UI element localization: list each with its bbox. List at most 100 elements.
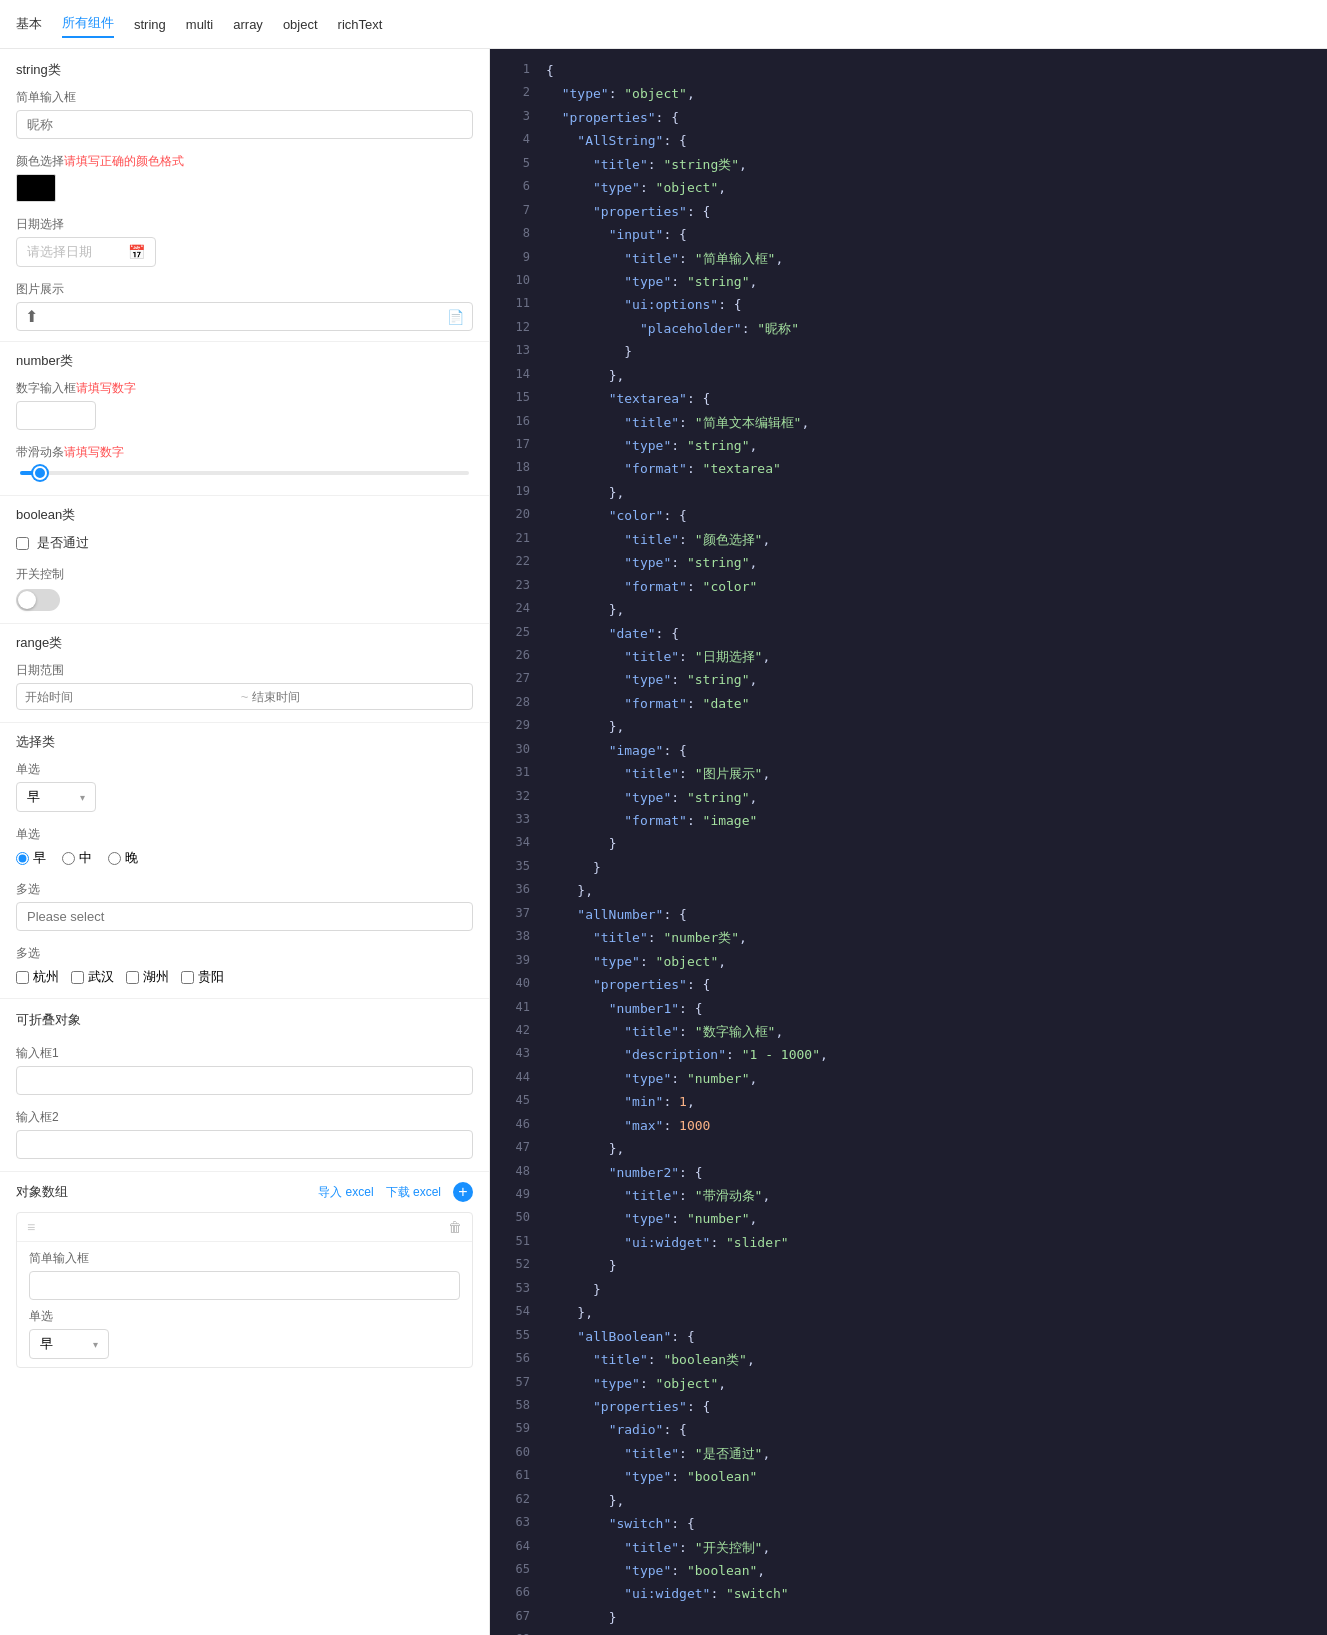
single-select-dropdown[interactable]: 早 ▾	[16, 782, 96, 812]
json-line-35: 35 }	[490, 856, 1327, 879]
left-panel: string类 简单输入框 颜色选择请填写正确的颜色格式 日期选择 请选择日期 …	[0, 49, 490, 1635]
input2-field[interactable]	[16, 1130, 473, 1159]
select-arrow-icon: ▾	[80, 792, 85, 803]
json-line-32: 32 "type": "string",	[490, 786, 1327, 809]
toggle-switch[interactable]	[16, 589, 60, 611]
json-line-18: 18 "format": "textarea"	[490, 457, 1327, 480]
json-line-57: 57 "type": "object",	[490, 1372, 1327, 1395]
date-range-start[interactable]	[25, 690, 237, 704]
json-line-48: 48 "number2": {	[490, 1161, 1327, 1184]
json-line-39: 39 "type": "object",	[490, 950, 1327, 973]
upload-icon: ⬆	[25, 307, 38, 326]
json-line-64: 64 "title": "开关控制",	[490, 1536, 1327, 1559]
number-input[interactable]	[16, 401, 96, 430]
multi-select-input[interactable]	[16, 902, 473, 931]
json-line-20: 20 "color": {	[490, 504, 1327, 527]
image-group: 图片展示 ⬆ 📄	[0, 277, 489, 341]
json-line-15: 15 "textarea": {	[490, 387, 1327, 410]
json-line-9: 9 "title": "简单输入框",	[490, 247, 1327, 270]
checkbox-wuhan[interactable]: 武汉	[71, 968, 114, 986]
toggle-knob	[18, 591, 36, 609]
json-line-31: 31 "title": "图片展示",	[490, 762, 1327, 785]
json-line-23: 23 "format": "color"	[490, 575, 1327, 598]
export-excel-btn[interactable]: 导入 excel	[318, 1184, 373, 1201]
checkbox-guiyang[interactable]: 贵阳	[181, 968, 224, 986]
date-range-input[interactable]: ~	[16, 683, 473, 710]
json-line-11: 11 "ui:options": {	[490, 293, 1327, 316]
json-line-7: 7 "properties": {	[490, 200, 1327, 223]
input1-field[interactable]	[16, 1066, 473, 1095]
date-input-wrapper[interactable]: 请选择日期 📅	[16, 237, 156, 267]
range-section-header: range类	[0, 623, 489, 658]
radio-option-morning[interactable]: 早	[16, 849, 46, 867]
simple-input[interactable]	[16, 110, 473, 139]
json-line-19: 19 },	[490, 481, 1327, 504]
array-item-drag-icon[interactable]: ≡	[27, 1219, 35, 1235]
json-line-55: 55 "allBoolean": {	[490, 1325, 1327, 1348]
json-line-45: 45 "min": 1,	[490, 1090, 1327, 1113]
number-section-header: number类	[0, 341, 489, 376]
input2-label: 输入框2	[16, 1109, 473, 1126]
date-range-end[interactable]	[252, 690, 464, 704]
json-line-41: 41 "number1": {	[490, 997, 1327, 1020]
slider-label: 带滑动条请填写数字	[16, 444, 473, 461]
collapsible-header[interactable]: 可折叠对象	[0, 999, 489, 1041]
array-inner-select[interactable]: 早 ▾	[29, 1329, 109, 1359]
toggle-group: 开关控制	[0, 562, 489, 623]
image-upload-area[interactable]: ⬆ 📄	[16, 302, 473, 331]
input1-label: 输入框1	[16, 1045, 473, 1062]
slider-thumb[interactable]	[33, 466, 47, 480]
radio-options: 早 中 晚	[16, 849, 473, 867]
json-line-49: 49 "title": "带滑动条",	[490, 1184, 1327, 1207]
checkbox-hangzhou[interactable]: 杭州	[16, 968, 59, 986]
json-line-43: 43 "description": "1 - 1000",	[490, 1043, 1327, 1066]
slider-track[interactable]	[20, 471, 469, 475]
nav-item-richtext[interactable]: richText	[338, 13, 383, 36]
radio-option-noon[interactable]: 中	[62, 849, 92, 867]
json-line-56: 56 "title": "boolean类",	[490, 1348, 1327, 1371]
date-range-label: 日期范围	[16, 662, 473, 679]
array-inner-input-label: 简单输入框	[29, 1250, 460, 1267]
toggle-label: 开关控制	[16, 566, 473, 583]
json-line-36: 36 },	[490, 879, 1327, 902]
json-line-37: 37 "allNumber": {	[490, 903, 1327, 926]
nav-item-string[interactable]: string	[134, 13, 166, 36]
input2-group: 输入框2	[0, 1105, 489, 1171]
json-line-29: 29 },	[490, 715, 1327, 738]
array-add-btn[interactable]: +	[453, 1182, 473, 1202]
json-line-63: 63 "switch": {	[490, 1512, 1327, 1535]
download-excel-btn[interactable]: 下载 excel	[386, 1184, 441, 1201]
color-label: 颜色选择请填写正确的颜色格式	[16, 153, 473, 170]
json-line-68: 68 }	[490, 1629, 1327, 1635]
json-line-50: 50 "type": "number",	[490, 1207, 1327, 1230]
json-line-17: 17 "type": "string",	[490, 434, 1327, 457]
json-line-8: 8 "input": {	[490, 223, 1327, 246]
json-line-3: 3 "properties": {	[490, 106, 1327, 129]
json-line-28: 28 "format": "date"	[490, 692, 1327, 715]
nav-item-all-components[interactable]: 所有组件	[62, 10, 114, 38]
json-line-42: 42 "title": "数字输入框",	[490, 1020, 1327, 1043]
date-range-group: 日期范围 ~	[0, 658, 489, 722]
multi-checkbox-group: 多选 杭州 武汉 湖州 贵阳	[0, 941, 489, 998]
checkbox-label: 是否通过	[37, 534, 89, 552]
json-line-40: 40 "properties": {	[490, 973, 1327, 996]
nav-item-basic[interactable]: 基本	[16, 11, 42, 37]
image-label: 图片展示	[16, 281, 473, 298]
array-item-delete-icon[interactable]: 🗑	[448, 1219, 462, 1235]
color-preview[interactable]	[16, 174, 56, 202]
json-line-44: 44 "type": "number",	[490, 1067, 1327, 1090]
nav-item-array[interactable]: array	[233, 13, 263, 36]
nav-item-multi[interactable]: multi	[186, 13, 213, 36]
json-line-54: 54 },	[490, 1301, 1327, 1324]
multi-checkbox-label: 多选	[16, 945, 473, 962]
checkbox-huzhou[interactable]: 湖州	[126, 968, 169, 986]
json-line-60: 60 "title": "是否通过",	[490, 1442, 1327, 1465]
slider-group: 带滑动条请填写数字	[0, 440, 489, 495]
radio-option-evening[interactable]: 晚	[108, 849, 138, 867]
array-inner-select-label: 单选	[29, 1308, 460, 1325]
array-inner-input[interactable]	[29, 1271, 460, 1300]
json-line-16: 16 "title": "简单文本编辑框",	[490, 411, 1327, 434]
boolean-checkbox[interactable]	[16, 537, 29, 550]
multi-select-label: 多选	[16, 881, 473, 898]
nav-item-object[interactable]: object	[283, 13, 318, 36]
